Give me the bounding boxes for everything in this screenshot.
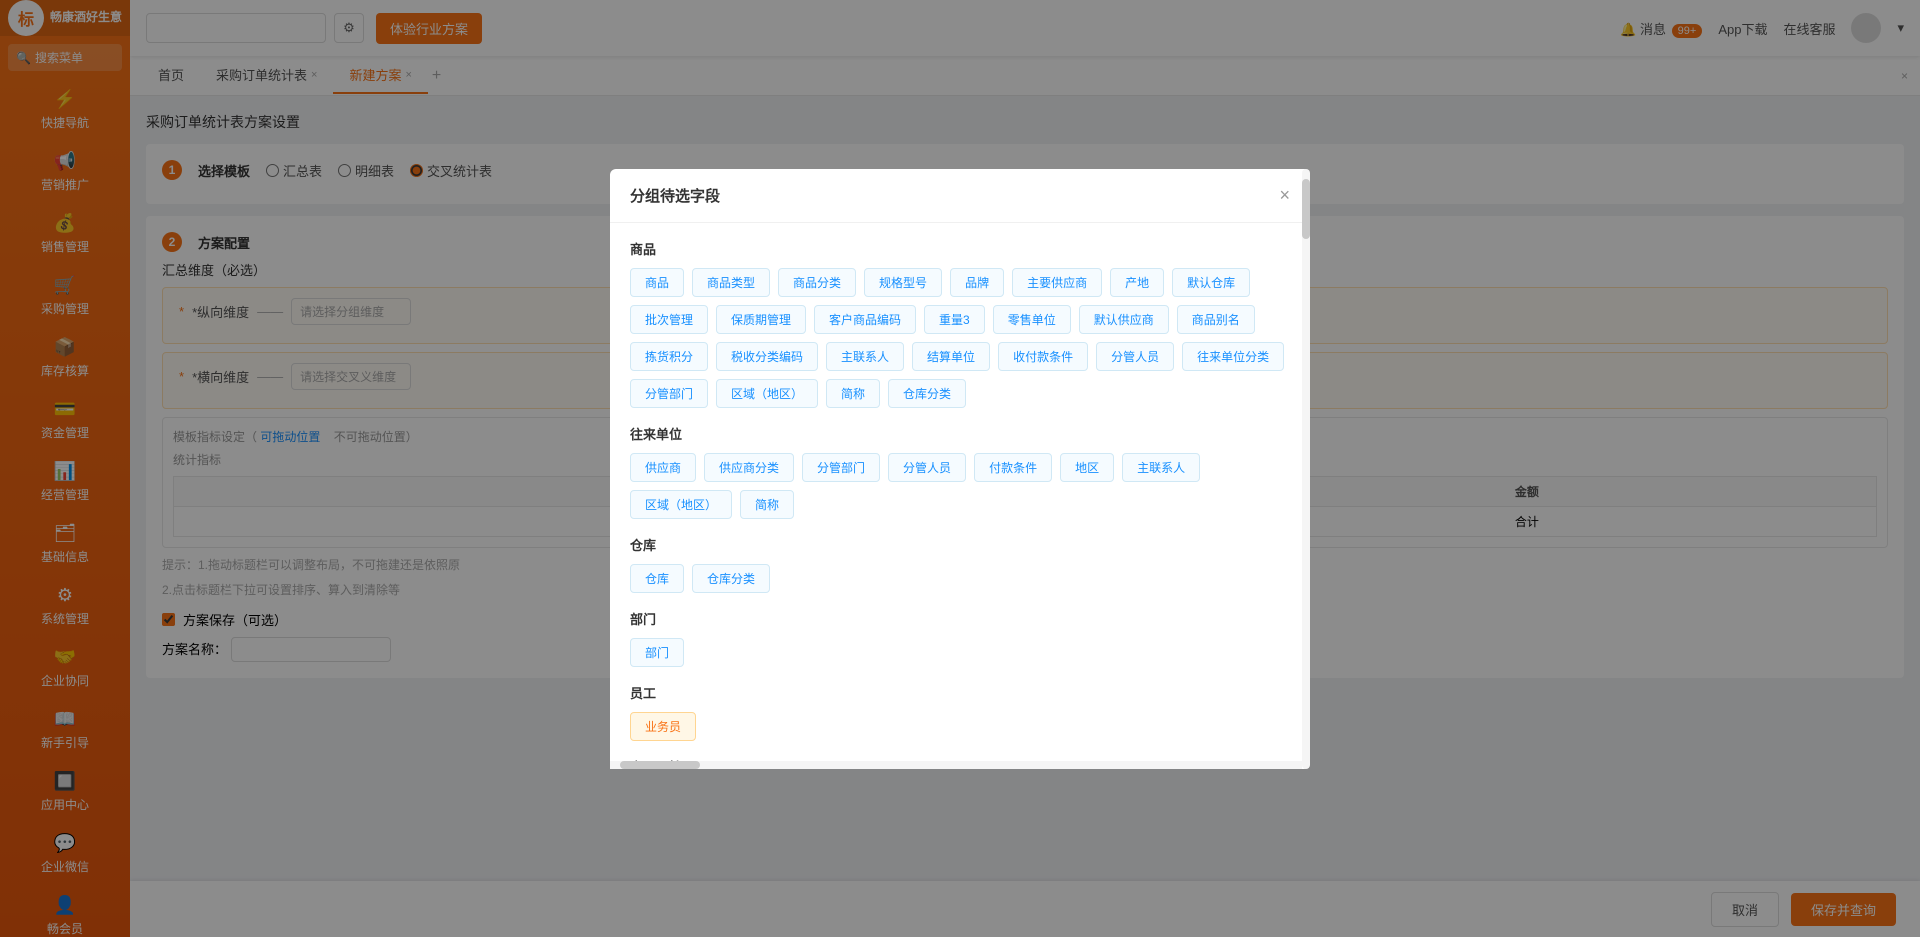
field-tag[interactable]: 重量3 bbox=[924, 305, 985, 334]
warehouse-fields: 仓库 仓库分类 bbox=[630, 564, 1290, 593]
field-section-product: 商品 商品 商品类型 商品分类 规格型号 品牌 主要供应商 产地 默认仓库 批次… bbox=[630, 239, 1290, 408]
field-tag[interactable]: 地区 bbox=[1060, 453, 1114, 482]
field-tag[interactable]: 默认仓库 bbox=[1172, 268, 1250, 297]
field-tag[interactable]: 主要供应商 bbox=[1012, 268, 1102, 297]
field-tag[interactable]: 分管部门 bbox=[630, 379, 708, 408]
modal-scrollbar-track bbox=[1302, 169, 1310, 769]
field-tag[interactable]: 往来单位分类 bbox=[1182, 342, 1284, 371]
modal-title: 分组待选字段 bbox=[630, 185, 720, 206]
field-tag[interactable]: 部门 bbox=[630, 638, 684, 667]
product-fields: 商品 商品类型 商品分类 规格型号 品牌 主要供应商 产地 默认仓库 批次管理 … bbox=[630, 268, 1290, 408]
field-tag[interactable]: 保质期管理 bbox=[716, 305, 806, 334]
section-title-warehouse: 仓库 bbox=[630, 535, 1290, 554]
modal-header: 分组待选字段 × bbox=[610, 169, 1310, 223]
field-tag[interactable]: 仓库分类 bbox=[888, 379, 966, 408]
field-tag[interactable]: 收付款条件 bbox=[998, 342, 1088, 371]
section-title-product: 商品 bbox=[630, 239, 1290, 258]
field-tag[interactable]: 供应商 bbox=[630, 453, 696, 482]
field-section-employee: 员工 业务员 bbox=[630, 683, 1290, 741]
field-tag[interactable]: 分管人员 bbox=[1096, 342, 1174, 371]
section-title-employee: 员工 bbox=[630, 683, 1290, 702]
employee-fields: 业务员 bbox=[630, 712, 1290, 741]
modal-scrollbar-thumb[interactable] bbox=[1302, 179, 1310, 239]
field-tag[interactable]: 业务员 bbox=[630, 712, 696, 741]
department-fields: 部门 bbox=[630, 638, 1290, 667]
partner-fields: 供应商 供应商分类 分管部门 分管人员 付款条件 地区 主联系人 区域（地区） … bbox=[630, 453, 1290, 519]
field-section-warehouse: 仓库 仓库 仓库分类 bbox=[630, 535, 1290, 593]
field-tag[interactable]: 简称 bbox=[740, 490, 794, 519]
modal-dialog: 分组待选字段 × 商品 商品 商品类型 商品分类 规格型号 品牌 主要供应商 产… bbox=[610, 169, 1310, 769]
field-tag[interactable]: 批次管理 bbox=[630, 305, 708, 334]
modal-hscroll-thumb[interactable] bbox=[620, 761, 700, 769]
section-title-partner: 往来单位 bbox=[630, 424, 1290, 443]
field-tag[interactable]: 客户商品编码 bbox=[814, 305, 916, 334]
field-tag[interactable]: 分管人员 bbox=[888, 453, 966, 482]
field-tag[interactable]: 税收分类编码 bbox=[716, 342, 818, 371]
field-tag[interactable]: 商品分类 bbox=[778, 268, 856, 297]
field-tag[interactable]: 区域（地区） bbox=[630, 490, 732, 519]
modal-body: 商品 商品 商品类型 商品分类 规格型号 品牌 主要供应商 产地 默认仓库 批次… bbox=[610, 223, 1310, 769]
field-tag[interactable]: 仓库分类 bbox=[692, 564, 770, 593]
field-tag[interactable]: 商品别名 bbox=[1177, 305, 1255, 334]
field-tag[interactable]: 分管部门 bbox=[802, 453, 880, 482]
field-tag[interactable]: 零售单位 bbox=[993, 305, 1071, 334]
field-tag[interactable]: 结算单位 bbox=[912, 342, 990, 371]
field-tag[interactable]: 拣货积分 bbox=[630, 342, 708, 371]
modal-close-button[interactable]: × bbox=[1279, 185, 1290, 206]
modal-hscroll-track bbox=[610, 761, 1302, 769]
field-tag[interactable]: 默认供应商 bbox=[1079, 305, 1169, 334]
field-tag[interactable]: 主联系人 bbox=[1122, 453, 1200, 482]
field-section-partner: 往来单位 供应商 供应商分类 分管部门 分管人员 付款条件 地区 主联系人 区域… bbox=[630, 424, 1290, 519]
field-tag[interactable]: 商品 bbox=[630, 268, 684, 297]
field-tag[interactable]: 产地 bbox=[1110, 268, 1164, 297]
field-section-department: 部门 部门 bbox=[630, 609, 1290, 667]
field-tag[interactable]: 供应商分类 bbox=[704, 453, 794, 482]
modal-overlay: 分组待选字段 × 商品 商品 商品类型 商品分类 规格型号 品牌 主要供应商 产… bbox=[0, 0, 1920, 937]
field-tag[interactable]: 简称 bbox=[826, 379, 880, 408]
section-title-department: 部门 bbox=[630, 609, 1290, 628]
field-tag[interactable]: 仓库 bbox=[630, 564, 684, 593]
field-tag[interactable]: 商品类型 bbox=[692, 268, 770, 297]
field-tag[interactable]: 区域（地区） bbox=[716, 379, 818, 408]
field-tag[interactable]: 主联系人 bbox=[826, 342, 904, 371]
field-tag[interactable]: 品牌 bbox=[950, 268, 1004, 297]
field-tag[interactable]: 规格型号 bbox=[864, 268, 942, 297]
field-tag[interactable]: 付款条件 bbox=[974, 453, 1052, 482]
